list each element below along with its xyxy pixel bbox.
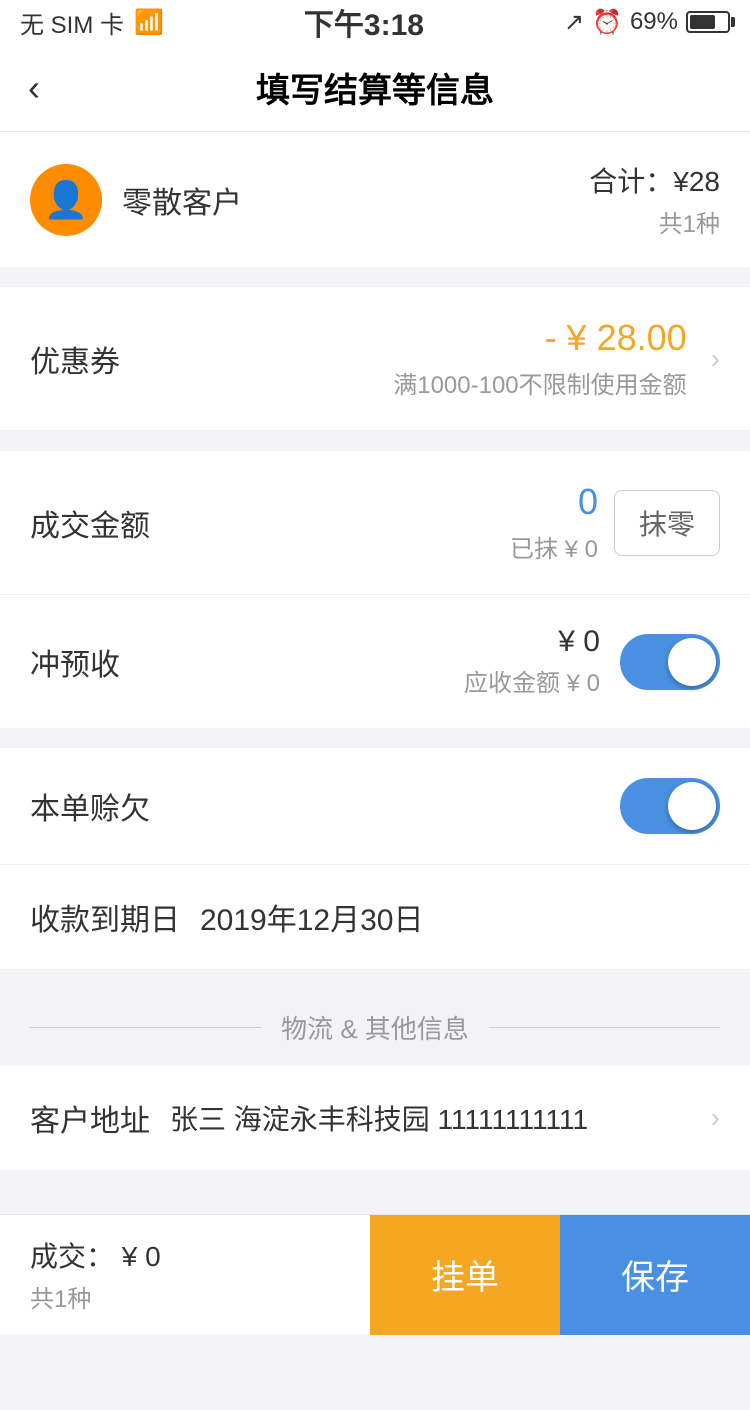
- prepay-amount-detail: ¥ 0 应收金额 ¥ 0: [464, 625, 600, 698]
- divider-1: [0, 267, 750, 287]
- toggle-knob: [668, 638, 716, 686]
- debt-row: 本单赊欠: [0, 748, 750, 864]
- address-value: 张三 海淀永丰科技园 11111111111: [170, 1098, 703, 1138]
- customer-row: 👤 零散客户 合计：¥28 共1种: [0, 132, 750, 267]
- address-row[interactable]: 客户地址 张三 海淀永丰科技园 11111111111 ›: [0, 1066, 750, 1170]
- alarm-icon: ⏰: [592, 8, 622, 37]
- prepay-row: 冲预收 ¥ 0 应收金额 ¥ 0: [0, 594, 750, 728]
- status-time: 下午3:18: [304, 0, 424, 44]
- bottom-deal: 成交： ¥ 0: [30, 1235, 340, 1275]
- transaction-value: 0: [510, 481, 598, 523]
- address-label: 客户地址: [30, 1096, 150, 1140]
- coupon-right: - ¥ 28.00 满1000-100不限制使用金额 ›: [393, 317, 720, 400]
- coupon-amount: - ¥ 28.00: [393, 317, 686, 359]
- prepay-toggle[interactable]: [620, 634, 720, 690]
- coupon-description: 满1000-100不限制使用金额: [393, 365, 686, 400]
- divider-2: [0, 431, 750, 451]
- deal-label: 成交：: [30, 1241, 114, 1272]
- divider-4: [0, 969, 750, 989]
- battery-icon: [686, 11, 730, 33]
- deal-amount: ¥ 0: [122, 1241, 161, 1272]
- total-count: 共1种: [589, 204, 720, 239]
- customer-right: 合计：¥28 共1种: [589, 160, 720, 239]
- prepay-amount: ¥ 0: [464, 625, 600, 659]
- customer-name: 零散客户: [122, 178, 242, 222]
- bottom-info: 成交： ¥ 0 共1种: [0, 1235, 370, 1314]
- status-right: ↗ ⏰ 69%: [564, 8, 730, 37]
- coupon-detail: - ¥ 28.00 满1000-100不限制使用金额: [393, 317, 686, 400]
- prepay-label: 冲预收: [30, 640, 120, 684]
- page-title: 填写结算等信息: [256, 63, 494, 112]
- customer-left: 👤 零散客户: [30, 164, 242, 236]
- transaction-label: 成交金额: [30, 501, 150, 545]
- save-button[interactable]: 保存: [560, 1215, 750, 1335]
- status-bar: 无 SIM 卡 📶 下午3:18 ↗ ⏰ 69%: [0, 0, 750, 44]
- bottom-bar: 成交： ¥ 0 共1种 挂单 保存: [0, 1214, 750, 1334]
- coupon-row[interactable]: 优惠券 - ¥ 28.00 满1000-100不限制使用金额 ›: [0, 287, 750, 431]
- due-date-label: 收款到期日: [30, 895, 180, 939]
- due-date-row: 收款到期日 2019年12月30日: [0, 864, 750, 969]
- address-chevron-icon: ›: [711, 1102, 720, 1134]
- logistics-divider-left: [30, 1027, 261, 1028]
- status-left: 无 SIM 卡 📶: [20, 5, 164, 40]
- total-amount: 合计：¥28: [589, 160, 720, 200]
- logistics-title: 物流 & 其他信息: [261, 1009, 489, 1046]
- due-date-value: 2019年12月30日: [200, 895, 423, 939]
- erased-label: 已抹 ¥ 0: [510, 529, 598, 564]
- erase-button[interactable]: 抹零: [614, 490, 720, 556]
- back-button[interactable]: ‹: [28, 67, 40, 109]
- transaction-right: 0 已抹 ¥ 0 抹零: [510, 481, 720, 564]
- transaction-detail: 0 已抹 ¥ 0: [510, 481, 598, 564]
- divider-3: [0, 728, 750, 748]
- wifi-icon: 📶: [134, 8, 164, 37]
- chevron-right-icon: ›: [711, 343, 720, 375]
- transaction-row: 成交金额 0 已抹 ¥ 0 抹零: [0, 451, 750, 594]
- logistics-divider-right: [489, 1027, 720, 1028]
- debt-toggle[interactable]: [620, 778, 720, 834]
- logistics-section: 物流 & 其他信息: [0, 989, 750, 1066]
- sim-label: 无 SIM 卡: [20, 5, 124, 40]
- prepay-right: ¥ 0 应收金额 ¥ 0: [464, 625, 720, 698]
- coupon-label: 优惠券: [30, 337, 120, 381]
- battery-percent: 69%: [630, 8, 678, 36]
- hang-button[interactable]: 挂单: [370, 1215, 560, 1335]
- transaction-section: 成交金额 0 已抹 ¥ 0 抹零: [0, 451, 750, 594]
- debt-toggle-knob: [668, 782, 716, 830]
- bottom-count: 共1种: [30, 1279, 340, 1314]
- debt-label: 本单赊欠: [30, 784, 150, 828]
- nav-bar: ‹ 填写结算等信息: [0, 44, 750, 132]
- battery-fill: [690, 15, 715, 29]
- avatar: 👤: [30, 164, 102, 236]
- location-icon: ↗: [564, 8, 584, 37]
- prepay-receivable: 应收金额 ¥ 0: [464, 663, 600, 698]
- avatar-icon: 👤: [44, 179, 89, 221]
